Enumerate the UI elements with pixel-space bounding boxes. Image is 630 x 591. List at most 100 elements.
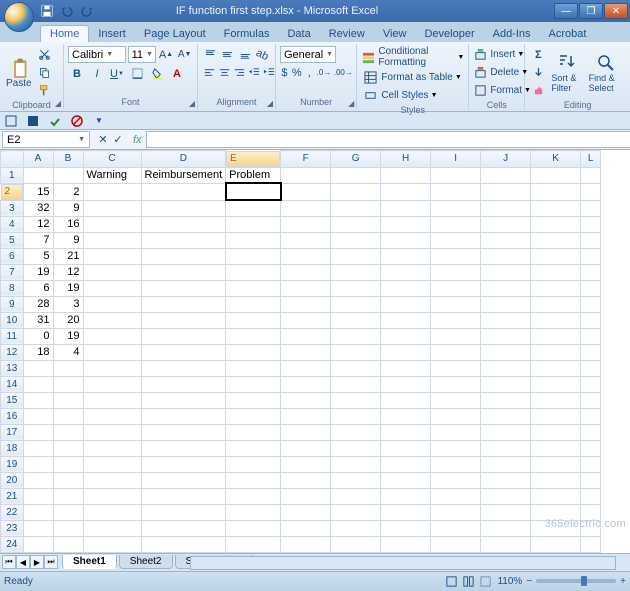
row-header[interactable]: 4 <box>1 216 24 232</box>
cell[interactable] <box>581 360 601 376</box>
tab-nav-first[interactable]: ⏮ <box>2 555 16 569</box>
cell[interactable]: 19 <box>53 328 83 344</box>
fill-icon[interactable] <box>529 64 547 81</box>
cell[interactable] <box>141 216 226 232</box>
cell[interactable] <box>481 408 531 424</box>
cell[interactable] <box>581 344 601 360</box>
cell[interactable] <box>581 456 601 472</box>
cell[interactable]: 9 <box>53 200 83 216</box>
cell[interactable] <box>281 312 331 328</box>
cell[interactable] <box>381 167 431 183</box>
cell[interactable] <box>83 248 141 264</box>
cell[interactable] <box>141 232 226 248</box>
copy-icon[interactable] <box>36 64 54 81</box>
cell[interactable] <box>381 216 431 232</box>
cell[interactable] <box>381 424 431 440</box>
cell[interactable] <box>226 183 281 200</box>
cell[interactable] <box>481 216 531 232</box>
cell[interactable] <box>53 536 83 552</box>
cell[interactable] <box>23 360 53 376</box>
cell[interactable] <box>581 376 601 392</box>
cell[interactable] <box>381 232 431 248</box>
normal-view-icon[interactable] <box>443 574 459 588</box>
cell-styles-button[interactable]: Cell Styles▼ <box>361 87 464 104</box>
column-header[interactable]: D <box>141 151 226 168</box>
cell[interactable] <box>481 472 531 488</box>
cell[interactable] <box>281 392 331 408</box>
cell[interactable] <box>581 440 601 456</box>
page-break-view-icon[interactable] <box>477 574 493 588</box>
cell[interactable] <box>531 376 581 392</box>
cell[interactable]: 4 <box>53 344 83 360</box>
cell[interactable] <box>141 408 226 424</box>
cell[interactable] <box>381 536 431 552</box>
cell[interactable]: Warning <box>83 167 141 183</box>
conditional-formatting-button[interactable]: Conditional Formatting▼ <box>361 46 464 68</box>
row-header[interactable]: 19 <box>1 456 24 472</box>
cell[interactable] <box>381 488 431 504</box>
find-select-button[interactable]: Find & Select <box>587 53 626 93</box>
ribbon-tab-insert[interactable]: Insert <box>89 26 135 42</box>
cell[interactable] <box>281 424 331 440</box>
cell[interactable] <box>281 440 331 456</box>
cell[interactable] <box>431 232 481 248</box>
minimize-button[interactable]: — <box>554 3 578 19</box>
underline-button[interactable]: U▼ <box>108 65 126 82</box>
tab-nav-last[interactable]: ⏭ <box>44 555 58 569</box>
cell[interactable] <box>226 216 281 232</box>
cell[interactable] <box>141 440 226 456</box>
cell[interactable] <box>481 296 531 312</box>
qat-icon[interactable] <box>70 114 84 128</box>
cell[interactable] <box>431 167 481 183</box>
clear-icon[interactable] <box>529 82 547 99</box>
cell[interactable] <box>481 328 531 344</box>
cell[interactable] <box>431 216 481 232</box>
cell[interactable] <box>226 392 281 408</box>
cell[interactable] <box>481 376 531 392</box>
align-top-icon[interactable] <box>202 46 219 63</box>
office-button[interactable] <box>4 2 34 32</box>
tab-nav-prev[interactable]: ◀ <box>16 555 30 569</box>
cell[interactable] <box>381 456 431 472</box>
cell[interactable] <box>531 392 581 408</box>
cell[interactable] <box>481 248 531 264</box>
grow-font-icon[interactable]: A▲ <box>158 46 175 63</box>
cell[interactable] <box>481 344 531 360</box>
page-layout-view-icon[interactable] <box>460 574 476 588</box>
cell[interactable] <box>481 456 531 472</box>
zoom-in-button[interactable]: + <box>620 576 626 587</box>
cell[interactable] <box>581 183 601 200</box>
cell[interactable] <box>141 472 226 488</box>
cell[interactable]: 15 <box>23 183 53 200</box>
column-header[interactable]: A <box>23 151 53 168</box>
align-middle-icon[interactable] <box>219 46 236 63</box>
cell[interactable] <box>531 296 581 312</box>
cell[interactable] <box>531 216 581 232</box>
italic-button[interactable]: I <box>88 65 106 82</box>
cell[interactable] <box>581 264 601 280</box>
cell[interactable] <box>83 216 141 232</box>
cell[interactable] <box>141 504 226 520</box>
cell[interactable]: 5 <box>23 248 53 264</box>
cell[interactable] <box>83 232 141 248</box>
cell[interactable] <box>281 264 331 280</box>
cell[interactable] <box>381 440 431 456</box>
cell[interactable] <box>141 344 226 360</box>
cell[interactable] <box>83 200 141 216</box>
sheet-tab[interactable]: Sheet1 <box>62 555 117 569</box>
row-header[interactable]: 18 <box>1 440 24 456</box>
cell[interactable] <box>226 488 281 504</box>
cell[interactable] <box>381 312 431 328</box>
cell[interactable]: 6 <box>23 280 53 296</box>
dialog-launcher-icon[interactable]: ◢ <box>267 99 273 108</box>
cell[interactable] <box>141 280 226 296</box>
cell[interactable] <box>481 424 531 440</box>
cell[interactable]: 19 <box>23 264 53 280</box>
cell[interactable] <box>331 376 381 392</box>
sort-filter-button[interactable]: Sort & Filter <box>549 53 584 93</box>
cell[interactable]: 9 <box>53 232 83 248</box>
cell[interactable] <box>481 200 531 216</box>
column-header[interactable]: J <box>481 151 531 168</box>
cell[interactable]: 12 <box>23 216 53 232</box>
format-painter-icon[interactable] <box>36 82 54 99</box>
